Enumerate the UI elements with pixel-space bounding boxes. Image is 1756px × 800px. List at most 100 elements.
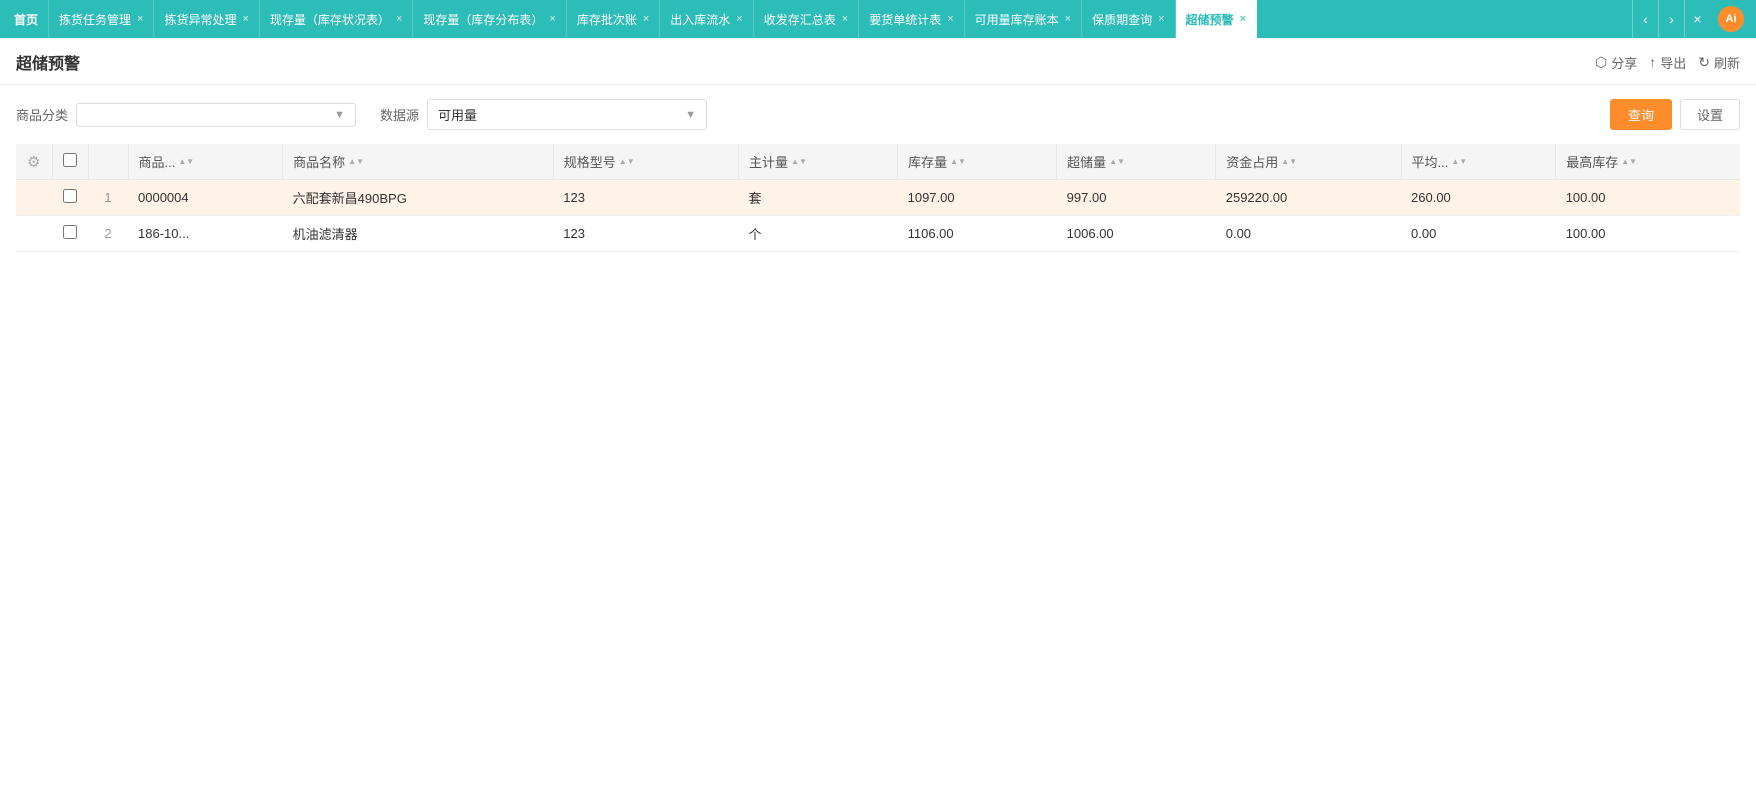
datasource-select-value: 可用量 <box>438 105 477 124</box>
nav-tab-exception-proc[interactable]: 拣货异常处理 × <box>154 0 259 38</box>
datasource-filter: 数据源 可用量 ▼ <box>380 99 707 130</box>
refresh-button[interactable]: ↻ 刷新 <box>1698 53 1740 72</box>
datasource-label: 数据源 <box>380 105 419 124</box>
nav-tab-label: 现存量（库存分布表） <box>423 11 543 28</box>
share-button[interactable]: ⬡ 分享 <box>1595 53 1637 72</box>
row-check <box>52 216 88 252</box>
nav-tab-stock-batch[interactable]: 库存批次账 × <box>567 0 660 38</box>
select-all-checkbox[interactable] <box>63 153 77 167</box>
row-capital: 0.00 <box>1216 216 1401 252</box>
row-max-stock: 100.00 <box>1556 180 1740 216</box>
nav-tab-label: 可用量库存账本 <box>975 11 1059 28</box>
th-unit: 主计量 ▲▼ <box>739 144 898 180</box>
row-unit: 个 <box>739 216 898 252</box>
th-spec: 规格型号 ▲▼ <box>553 144 738 180</box>
row-item-name: 机油滤清器 <box>283 216 554 252</box>
table-header-row: ⚙ 商品... ▲▼ 商品名称 <box>16 144 1740 180</box>
nav-tab-overstock-alert[interactable]: 超储预警 × <box>1176 0 1257 38</box>
row-index: 2 <box>88 216 128 252</box>
close-icon[interactable]: × <box>736 13 742 25</box>
sort-item-code[interactable]: 商品... ▲▼ <box>139 152 195 171</box>
nav-tab-label: 库存批次账 <box>577 11 637 28</box>
close-icon[interactable]: × <box>549 13 555 25</box>
sort-arrows-icon: ▲▼ <box>178 158 194 166</box>
close-icon[interactable]: × <box>1158 13 1164 25</box>
settings-button[interactable]: 设置 <box>1680 99 1740 130</box>
sort-avg[interactable]: 平均... ▲▼ <box>1412 152 1468 171</box>
filter-area: 商品分类 ▼ 数据源 可用量 ▼ 查询 设置 <box>0 85 1756 144</box>
th-item-name: 商品名称 ▲▼ <box>283 144 554 180</box>
row-spec: 123 <box>553 216 738 252</box>
th-check <box>52 144 88 180</box>
sort-arrows-icon: ▲▼ <box>950 158 966 166</box>
sort-max-stock[interactable]: 最高库存 ▲▼ <box>1566 152 1637 171</box>
nav-tab-order-stat[interactable]: 要货单统计表 × <box>859 0 964 38</box>
close-icon[interactable]: × <box>842 13 848 25</box>
nav-tab-avail-stock[interactable]: 可用量库存账本 × <box>965 0 1082 38</box>
close-icon[interactable]: × <box>396 13 402 25</box>
user-area: Ai <box>1710 6 1752 32</box>
th-index <box>88 144 128 180</box>
row-capital: 259220.00 <box>1216 180 1401 216</box>
sort-arrows-icon: ▲▼ <box>1109 158 1125 166</box>
row-spec: 123 <box>553 180 738 216</box>
sort-arrows-icon: ▲▼ <box>1451 158 1467 166</box>
table-row: 1 0000004 六配套新昌490BPG 123 套 1097.00 997.… <box>16 180 1740 216</box>
sort-stock[interactable]: 库存量 ▲▼ <box>908 152 966 171</box>
row-avg: 0.00 <box>1401 216 1556 252</box>
close-icon[interactable]: × <box>643 13 649 25</box>
sort-arrows-icon: ▲▼ <box>348 158 364 166</box>
export-button[interactable]: ↑ 导出 <box>1649 53 1686 72</box>
chevron-down-icon: ▼ <box>334 109 345 121</box>
close-icon[interactable]: × <box>947 13 953 25</box>
row-max-stock: 100.00 <box>1556 216 1740 252</box>
nav-tab-stock-dist[interactable]: 现存量（库存分布表） × <box>413 0 566 38</box>
nav-tab-label: 拣货异常处理 <box>164 11 236 28</box>
row-check <box>52 180 88 216</box>
nav-more-button[interactable]: × <box>1684 0 1710 38</box>
nav-tab-collect-summary[interactable]: 收发存汇总表 × <box>754 0 859 38</box>
gear-icon[interactable]: ⚙ <box>27 154 40 171</box>
share-icon: ⬡ <box>1595 54 1607 71</box>
category-filter: 商品分类 ▼ <box>16 103 356 127</box>
nav-prev-button[interactable]: ‹ <box>1632 0 1658 38</box>
row-checkbox[interactable] <box>63 225 77 239</box>
row-checkbox[interactable] <box>63 189 77 203</box>
nav-next-button[interactable]: › <box>1658 0 1684 38</box>
close-icon[interactable]: × <box>137 13 143 25</box>
page-header: 超储预警 ⬡ 分享 ↑ 导出 ↻ 刷新 <box>0 38 1756 85</box>
top-nav: 首页 拣货任务管理 × 拣货异常处理 × 现存量（库存状况表） × 现存量（库存… <box>0 0 1756 38</box>
sort-spec[interactable]: 规格型号 ▲▼ <box>564 152 635 171</box>
close-icon[interactable]: × <box>1240 13 1246 25</box>
sort-unit[interactable]: 主计量 ▲▼ <box>749 152 807 171</box>
th-capital: 资金占用 ▲▼ <box>1216 144 1401 180</box>
table-container: ⚙ 商品... ▲▼ 商品名称 <box>0 144 1756 252</box>
category-select[interactable]: ▼ <box>76 103 356 127</box>
row-index: 1 <box>88 180 128 216</box>
nav-tab-quality-check[interactable]: 保质期查询 × <box>1082 0 1175 38</box>
header-actions: ⬡ 分享 ↑ 导出 ↻ 刷新 <box>1595 53 1740 72</box>
close-icon[interactable]: × <box>242 13 248 25</box>
row-item-code: 0000004 <box>128 180 283 216</box>
th-stock: 库存量 ▲▼ <box>898 144 1057 180</box>
export-icon: ↑ <box>1649 54 1656 70</box>
page-title: 超储预警 <box>16 50 80 74</box>
nav-tab-task-mgmt[interactable]: 拣货任务管理 × <box>49 0 154 38</box>
nav-tab-io-flow[interactable]: 出入库流水 × <box>660 0 753 38</box>
nav-tab-label: 收发存汇总表 <box>764 11 836 28</box>
sort-overstock[interactable]: 超储量 ▲▼ <box>1067 152 1125 171</box>
nav-tab-home-label: 首页 <box>14 11 38 28</box>
sort-arrows-icon: ▲▼ <box>791 158 807 166</box>
nav-tab-label: 拣货任务管理 <box>59 11 131 28</box>
nav-tab-stock-status[interactable]: 现存量（库存状况表） × <box>260 0 413 38</box>
close-icon[interactable]: × <box>1065 13 1071 25</box>
sort-item-name[interactable]: 商品名称 ▲▼ <box>293 152 364 171</box>
filter-actions: 查询 设置 <box>1610 99 1740 130</box>
query-button[interactable]: 查询 <box>1610 99 1672 130</box>
th-avg: 平均... ▲▼ <box>1401 144 1556 180</box>
nav-tab-home[interactable]: 首页 <box>4 0 49 38</box>
th-gear: ⚙ <box>16 144 52 180</box>
datasource-select[interactable]: 可用量 ▼ <box>427 99 707 130</box>
sort-capital[interactable]: 资金占用 ▲▼ <box>1226 152 1297 171</box>
export-label: 导出 <box>1660 53 1686 72</box>
